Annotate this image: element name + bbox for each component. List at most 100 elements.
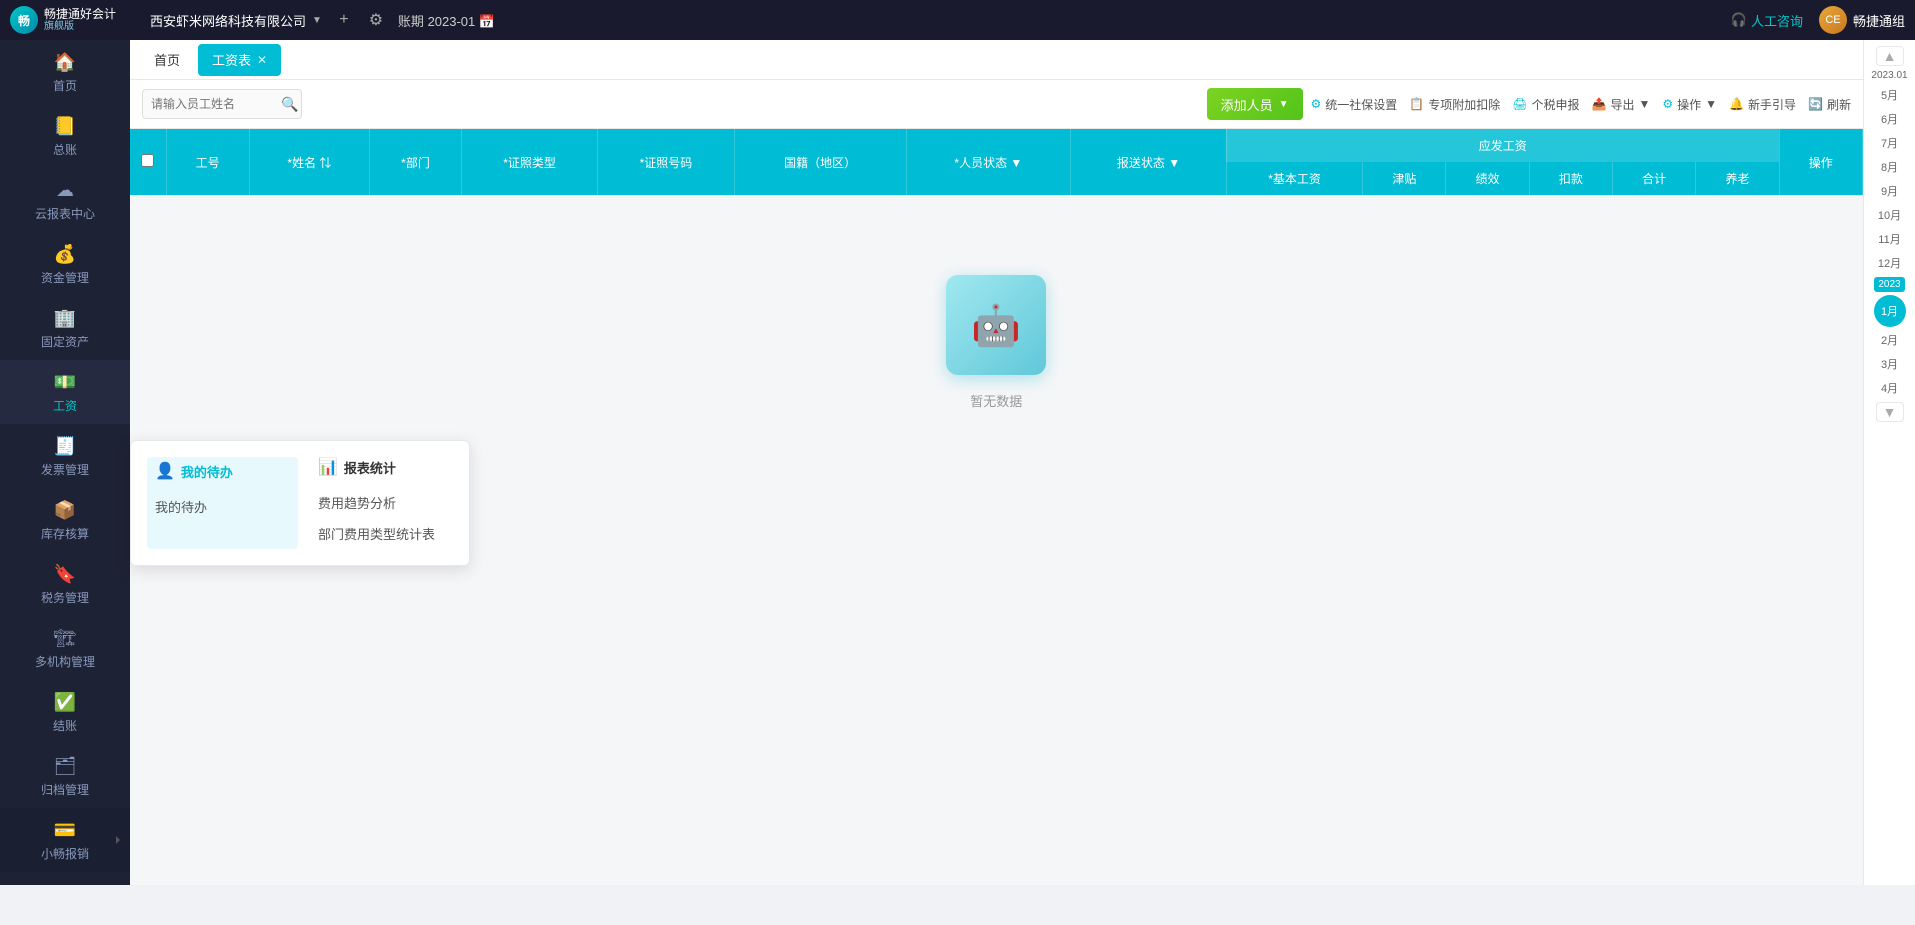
tab-bar: 首页 工资表 ✕ [130,40,1863,80]
archive-icon: 🗂 [54,756,77,777]
add-person-button[interactable]: 添加人员 ▼ [1207,88,1303,120]
toolbar: 🔍 添加人员 ▼ ⚙ 统一社保设置 📋 专项附加扣除 🖨 个税申报 [130,80,1863,129]
th-checkbox[interactable] [130,129,166,195]
tab-salary-table[interactable]: 工资表 ✕ [198,44,281,76]
timeline-month-9[interactable]: 9月 [1870,179,1910,203]
timeline-month-2[interactable]: 2月 [1870,328,1910,352]
period-value: 2023-01 [428,14,476,29]
inventory-icon: 📦 [54,500,76,521]
sidebar-item-expense[interactable]: 💳 小畅报销 [0,808,130,872]
company-dropdown-arrow[interactable]: ▼ [312,15,322,26]
th-id-number: *证照号码 [598,129,734,195]
closing-icon: ✅ [54,692,76,713]
expense-dropdown-popup: 👤 我的待办 我的待办 📊 报表统计 费用趋势分析 部门费用类型统计表 [130,440,470,566]
todo-title-label: 我的待办 [181,462,233,481]
sidebar-item-tax[interactable]: 🔖 税务管理 [0,552,130,616]
company-selector[interactable]: 西安虾米网络科技有限公司 ▼ [140,11,322,30]
timeline-month-12[interactable]: 12月 [1870,251,1910,275]
empty-text: 暂无数据 [970,391,1022,410]
sidebar-item-closing[interactable]: ✅ 结账 [0,680,130,744]
service-label: 人工咨询 [1751,11,1803,30]
sidebar-item-archive[interactable]: 🗂 归档管理 [0,744,130,808]
personal-tax-label: 个税申报 [1532,96,1580,113]
timeline-month-5[interactable]: 5月 [1870,83,1910,107]
sidebar-item-invoice[interactable]: 🧾 发票管理 [0,424,130,488]
sidebar-label-expense: 小畅报销 [41,845,89,862]
timeline-panel: ▲ 2023.01 5月 6月 7月 8月 9月 10月 11月 12月 202… [1863,40,1915,885]
timeline-prev[interactable]: ▲ [1876,46,1904,66]
operations-btn[interactable]: ⚙ 操作 ▼ [1662,96,1717,113]
sidebar-item-multi-org[interactable]: 🏗 多机构管理 [0,616,130,680]
sidebar-item-ledger[interactable]: 📒 总账 [0,104,130,168]
timeline-month-1-active[interactable]: 1月 [1874,295,1906,327]
sidebar-label-invoice: 发票管理 [41,461,89,478]
sidebar-item-cloud-report[interactable]: ☁ 云报表中心 [0,168,130,232]
header-actions: + ⚙ [332,8,388,32]
personal-tax-icon: 🖨 [1512,97,1527,111]
settings-button[interactable]: ⚙ [364,8,388,32]
todo-section-title: 👤 我的待办 [155,461,290,481]
add-person-label: 添加人员 [1221,95,1273,114]
operations-label: 操作 [1677,96,1701,113]
multi-org-icon: 🏗 [54,628,77,649]
search-input[interactable] [151,97,281,111]
timeline-month-11[interactable]: 11月 [1870,227,1910,251]
dept-expense-item[interactable]: 部门费用类型统计表 [318,518,453,549]
timeline-next[interactable]: ▼ [1876,402,1904,422]
personal-tax-btn[interactable]: 🖨 个税申报 [1512,96,1579,113]
tab-home[interactable]: 首页 [140,44,194,76]
sidebar-label-salary: 工资 [53,397,77,414]
sidebar-label-closing: 结账 [53,717,77,734]
assets-icon: 🏢 [54,308,76,329]
timeline-month-7[interactable]: 7月 [1870,131,1910,155]
social-security-btn[interactable]: ⚙ 统一社保设置 [1311,96,1398,113]
timeline-month-8[interactable]: 8月 [1870,155,1910,179]
add-button[interactable]: + [332,8,356,32]
tab-close-button[interactable]: ✕ [257,53,267,67]
calendar-icon[interactable]: 📅 [479,14,495,29]
sidebar-label-funds: 资金管理 [41,269,89,286]
expense-trend-item[interactable]: 费用趋势分析 [318,487,453,518]
social-security-label: 统一社保设置 [1325,96,1397,113]
export-arrow: ▼ [1639,97,1651,111]
expense-icon: 💳 [54,820,76,841]
logo-letter: 畅 [18,12,30,29]
select-all-checkbox[interactable] [141,154,154,167]
new-guide-label: 新手引导 [1748,96,1796,113]
timeline-month-4[interactable]: 4月 [1870,376,1910,400]
sidebar-label-ledger: 总账 [53,141,77,158]
timeline-current-year: 2023 [1874,277,1904,292]
new-guide-btn[interactable]: 🔔 新手引导 [1729,96,1796,113]
app-subtitle: 旗舰版 [44,21,116,33]
sidebar-label-assets: 固定资产 [41,333,89,350]
operations-arrow: ▼ [1705,97,1717,111]
sidebar-item-funds[interactable]: 💰 资金管理 [0,232,130,296]
th-status: *人员状态 ▼ [906,129,1070,195]
sidebar-item-fixed-assets[interactable]: 🏢 固定资产 [0,296,130,360]
sidebar-item-basic[interactable]: ⚙ 基础设置 [0,872,130,885]
timeline-month-6[interactable]: 6月 [1870,107,1910,131]
sidebar-item-inventory[interactable]: 📦 库存核算 [0,488,130,552]
tax-deduction-btn[interactable]: 📋 专项附加扣除 [1409,96,1500,113]
timeline-month-10[interactable]: 10月 [1870,203,1910,227]
timeline-month-3[interactable]: 3月 [1870,352,1910,376]
funds-icon: 💰 [54,244,76,265]
todo-item[interactable]: 我的待办 [155,491,290,522]
search-icon[interactable]: 🔍 [281,96,298,113]
service-button[interactable]: 🎧 人工咨询 [1731,11,1803,30]
reports-title-label: 报表统计 [344,458,396,477]
dropdown-col-todo: 👤 我的待办 我的待办 [147,457,298,549]
tax-icon: 🔖 [54,564,76,585]
add-person-arrow: ▼ [1279,99,1289,110]
export-btn[interactable]: 📤 导出 ▼ [1592,96,1651,113]
sidebar-label-cloud: 云报表中心 [35,205,95,222]
export-label: 导出 [1610,96,1634,113]
home-icon: 🏠 [54,52,76,73]
company-name: 西安虾米网络科技有限公司 [150,11,306,30]
user-menu[interactable]: CE 畅捷通组 [1819,6,1905,34]
sidebar-item-salary[interactable]: 💵 工资 [0,360,130,424]
th-bonus: 绩效 [1446,162,1529,195]
sidebar-item-home[interactable]: 🏠 首页 [0,40,130,104]
period-display[interactable]: 账期 2023-01 📅 [398,11,495,30]
refresh-btn[interactable]: 🔄 刷新 [1808,96,1851,113]
